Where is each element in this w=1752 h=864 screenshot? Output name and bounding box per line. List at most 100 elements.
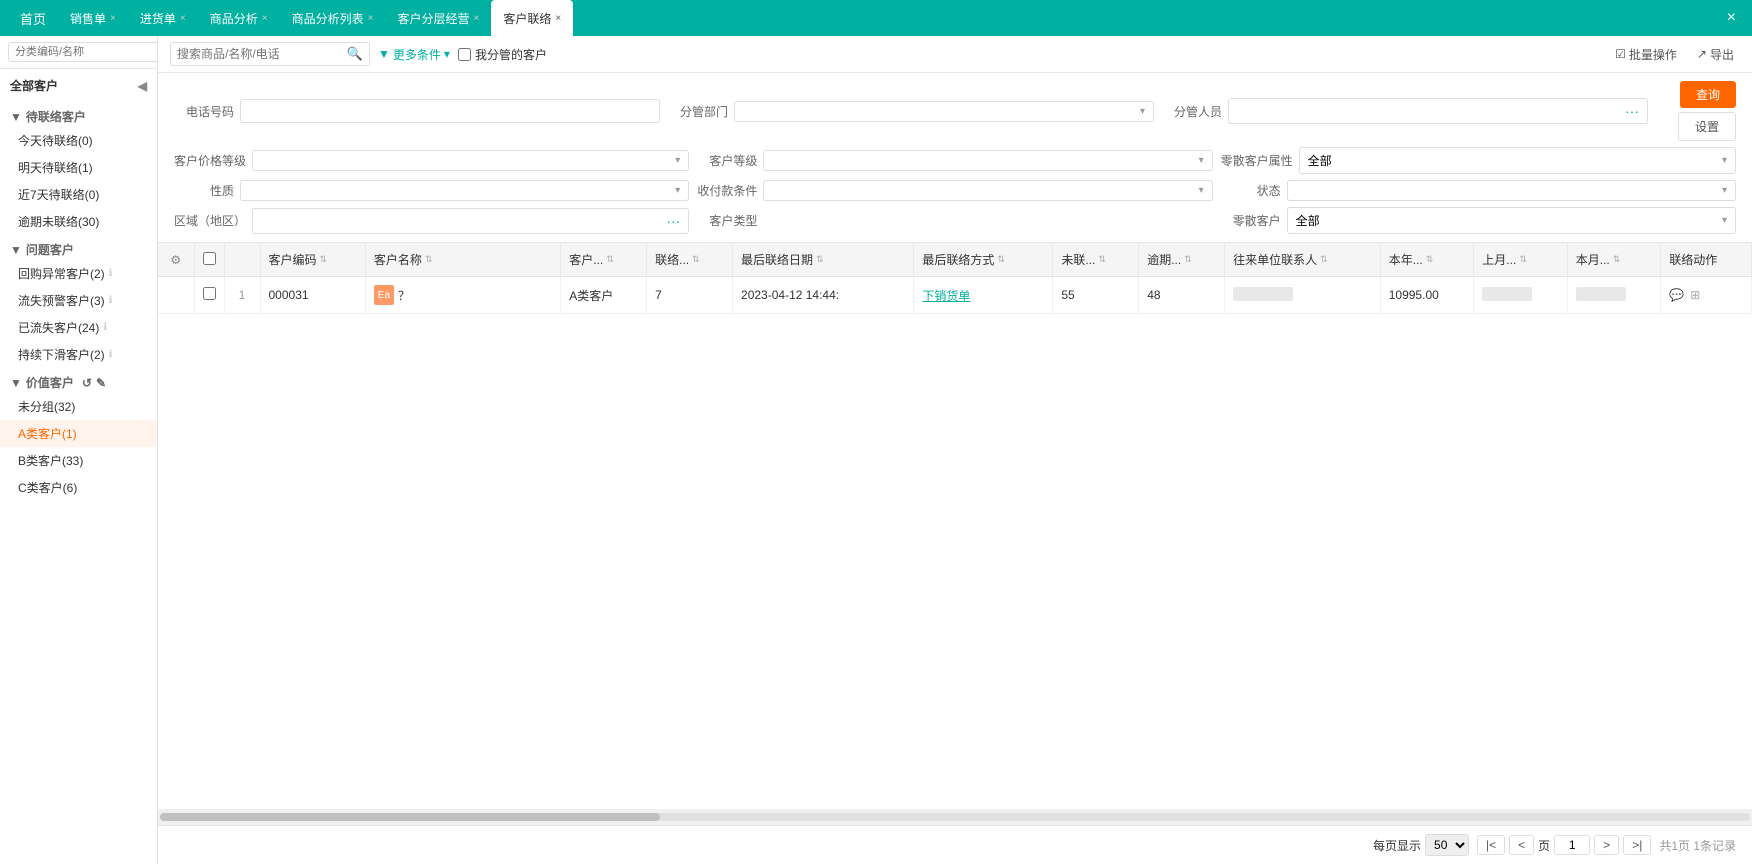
content-area: 🔍 ▼ 更多条件 ▾ 我分管的客户 ☑ 批量操作 ↗ 导出 bbox=[158, 36, 1752, 864]
region-field: 区域（地区） ··· bbox=[174, 208, 689, 234]
table-settings-header[interactable]: ⚙ bbox=[158, 243, 194, 277]
sidebar-item-b-class[interactable]: B类客户(33) bbox=[0, 447, 157, 474]
per-page-select[interactable]: 50 bbox=[1425, 834, 1469, 856]
advanced-filter: 电话号码 分管部门 ▾ 分管人员 ··· bbox=[158, 73, 1752, 243]
nav-tab-customer-contact[interactable]: 客户联络 × bbox=[491, 0, 573, 36]
unit-contact-header[interactable]: 往来单位联系人⇅ bbox=[1225, 243, 1381, 277]
sidebar-section-value: ▼ 价值客户 ↺ ✎ bbox=[0, 368, 157, 393]
row-checkbox[interactable] bbox=[203, 287, 216, 300]
sidebar-item-overdue[interactable]: 逾期未联络(30) bbox=[0, 208, 157, 235]
sidebar-item-tomorrow[interactable]: 明天待联络(1) bbox=[0, 154, 157, 181]
export-button[interactable]: ↗ 导出 bbox=[1691, 43, 1740, 66]
chat-icon[interactable]: 💬 bbox=[1669, 288, 1684, 302]
search-input[interactable] bbox=[177, 47, 343, 61]
phone-input[interactable] bbox=[240, 99, 660, 123]
last-page-button[interactable]: >| bbox=[1623, 835, 1651, 855]
contact-header[interactable]: 联络...⇅ bbox=[647, 243, 733, 277]
name-header[interactable]: 客户名称⇅ bbox=[365, 243, 560, 277]
overdue-header[interactable]: 逾期...⇅ bbox=[1139, 243, 1225, 277]
this-year-header[interactable]: 本年...⇅ bbox=[1380, 243, 1474, 277]
no-contact-header[interactable]: 未联...⇅ bbox=[1053, 243, 1139, 277]
nav-tab-analysis[interactable]: 商品分析 × bbox=[198, 0, 280, 36]
chevron-down-icon: ▾ bbox=[675, 155, 680, 166]
grid-icon[interactable]: ⊞ bbox=[1690, 288, 1700, 302]
refresh-icon[interactable]: ↺ bbox=[82, 376, 92, 390]
type-header[interactable]: 客户...⇅ bbox=[561, 243, 647, 277]
last-date-header[interactable]: 最后联络日期⇅ bbox=[733, 243, 914, 277]
sidebar-header-icons: ◀ bbox=[138, 79, 147, 93]
next-page-button[interactable]: > bbox=[1594, 835, 1619, 855]
last-month-header[interactable]: 上月...⇅ bbox=[1474, 243, 1567, 277]
close-icon[interactable]: × bbox=[180, 13, 186, 24]
close-icon[interactable]: × bbox=[262, 13, 268, 24]
my-customers-checkbox[interactable] bbox=[458, 48, 471, 61]
sidebar-item-repurchase-abnormal[interactable]: 回购异常客户(2) ℹ bbox=[0, 260, 157, 287]
sidebar-item-c-class[interactable]: C类客户(6) bbox=[0, 474, 157, 501]
chevron-down-icon: ▾ bbox=[1199, 155, 1204, 166]
search-icon[interactable]: 🔍 bbox=[347, 46, 363, 62]
ellipsis-icon[interactable]: ··· bbox=[1625, 103, 1639, 119]
sidebar-collapse-icon[interactable]: ◀ bbox=[138, 79, 147, 93]
retail-customer-value: 全部 bbox=[1296, 212, 1320, 229]
sidebar-item-ungroup[interactable]: 未分组(32) bbox=[0, 393, 157, 420]
batch-ops-button[interactable]: ☑ 批量操作 bbox=[1609, 43, 1683, 66]
sidebar-all-customers-header: 全部客户 ◀ bbox=[0, 69, 157, 102]
retail-attr-select[interactable]: 全部 ▾ bbox=[1299, 147, 1736, 174]
close-icon[interactable]: × bbox=[368, 13, 374, 24]
sidebar-search-input[interactable] bbox=[8, 42, 158, 62]
customer-type-select[interactable] bbox=[763, 217, 1212, 225]
contact-method-link[interactable]: 下销货单 bbox=[922, 289, 970, 303]
sidebar-item-a-class[interactable]: A类客户(1) bbox=[0, 420, 157, 447]
nature-select[interactable]: ▾ bbox=[240, 180, 689, 201]
nav-home[interactable]: 首页 bbox=[8, 0, 58, 36]
my-customers-checkbox-label[interactable]: 我分管的客户 bbox=[458, 46, 547, 63]
nav-tab-sales[interactable]: 销售单 × bbox=[58, 0, 128, 36]
last-method-header[interactable]: 最后联络方式⇅ bbox=[914, 243, 1053, 277]
row-last-month bbox=[1474, 277, 1567, 314]
row-checkbox-cell[interactable] bbox=[194, 277, 224, 314]
sidebar-item-churn-warning[interactable]: 流失预警客户(3) ℹ bbox=[0, 287, 157, 314]
row-actions[interactable]: 💬 ⊞ bbox=[1661, 277, 1752, 314]
nav-tab-analysis-list[interactable]: 商品分析列表 × bbox=[280, 0, 386, 36]
query-button[interactable]: 查询 bbox=[1680, 81, 1736, 108]
scrollbar-thumb[interactable] bbox=[160, 813, 660, 821]
retail-customer-select[interactable]: 全部 ▾ bbox=[1287, 207, 1736, 234]
nav-tab-purchase[interactable]: 进货单 × bbox=[128, 0, 198, 36]
horizontal-scrollbar[interactable] bbox=[158, 809, 1752, 825]
last-month-placeholder bbox=[1482, 287, 1532, 301]
sidebar-item-today[interactable]: 今天待联络(0) bbox=[0, 127, 157, 154]
select-all-checkbox[interactable] bbox=[203, 252, 216, 265]
close-icon[interactable]: × bbox=[555, 13, 561, 24]
edit-icon[interactable]: ✎ bbox=[96, 376, 106, 390]
sidebar-item-declining[interactable]: 持续下滑客户(2) ℹ bbox=[0, 341, 157, 368]
more-conditions-button[interactable]: ▼ 更多条件 ▾ bbox=[378, 46, 450, 63]
checkbox-header[interactable] bbox=[194, 243, 224, 277]
scrollbar-track[interactable] bbox=[160, 813, 1750, 821]
prev-page-button[interactable]: < bbox=[1509, 835, 1534, 855]
close-icon[interactable]: × bbox=[473, 13, 479, 24]
setting-button[interactable]: 设置 bbox=[1678, 112, 1736, 141]
row-last-method[interactable]: 下销货单 bbox=[914, 277, 1053, 314]
close-icon[interactable]: × bbox=[110, 13, 116, 24]
payment-select[interactable]: ▾ bbox=[763, 180, 1212, 201]
this-month-header[interactable]: 本月...⇅ bbox=[1567, 243, 1660, 277]
sidebar-item-7days[interactable]: 近7天待联络(0) bbox=[0, 181, 157, 208]
customer-level-select[interactable]: ▾ bbox=[763, 150, 1212, 171]
code-header[interactable]: 客户编码⇅ bbox=[260, 243, 365, 277]
region-label: 区域（地区） bbox=[174, 212, 246, 229]
batch-icon: ☑ bbox=[1615, 47, 1626, 61]
dept-select[interactable]: ▾ bbox=[734, 101, 1154, 122]
first-page-button[interactable]: |< bbox=[1477, 835, 1505, 855]
status-select[interactable]: ▾ bbox=[1287, 180, 1736, 201]
page-input[interactable] bbox=[1554, 835, 1590, 855]
price-level-select[interactable]: ▾ bbox=[252, 150, 689, 171]
ellipsis-icon[interactable]: ··· bbox=[666, 213, 680, 229]
nav-tab-customer-segment[interactable]: 客户分层经营 × bbox=[385, 0, 491, 36]
sort-icon: ⇅ bbox=[606, 254, 614, 265]
phone-field: 电话号码 bbox=[174, 99, 660, 123]
person-select[interactable]: ··· bbox=[1228, 98, 1648, 124]
region-select[interactable]: ··· bbox=[252, 208, 689, 234]
row-name: Ea ？ bbox=[365, 277, 560, 314]
sidebar-item-churned[interactable]: 已流失客户(24) ℹ bbox=[0, 314, 157, 341]
nav-close-button[interactable]: × bbox=[1719, 9, 1744, 27]
